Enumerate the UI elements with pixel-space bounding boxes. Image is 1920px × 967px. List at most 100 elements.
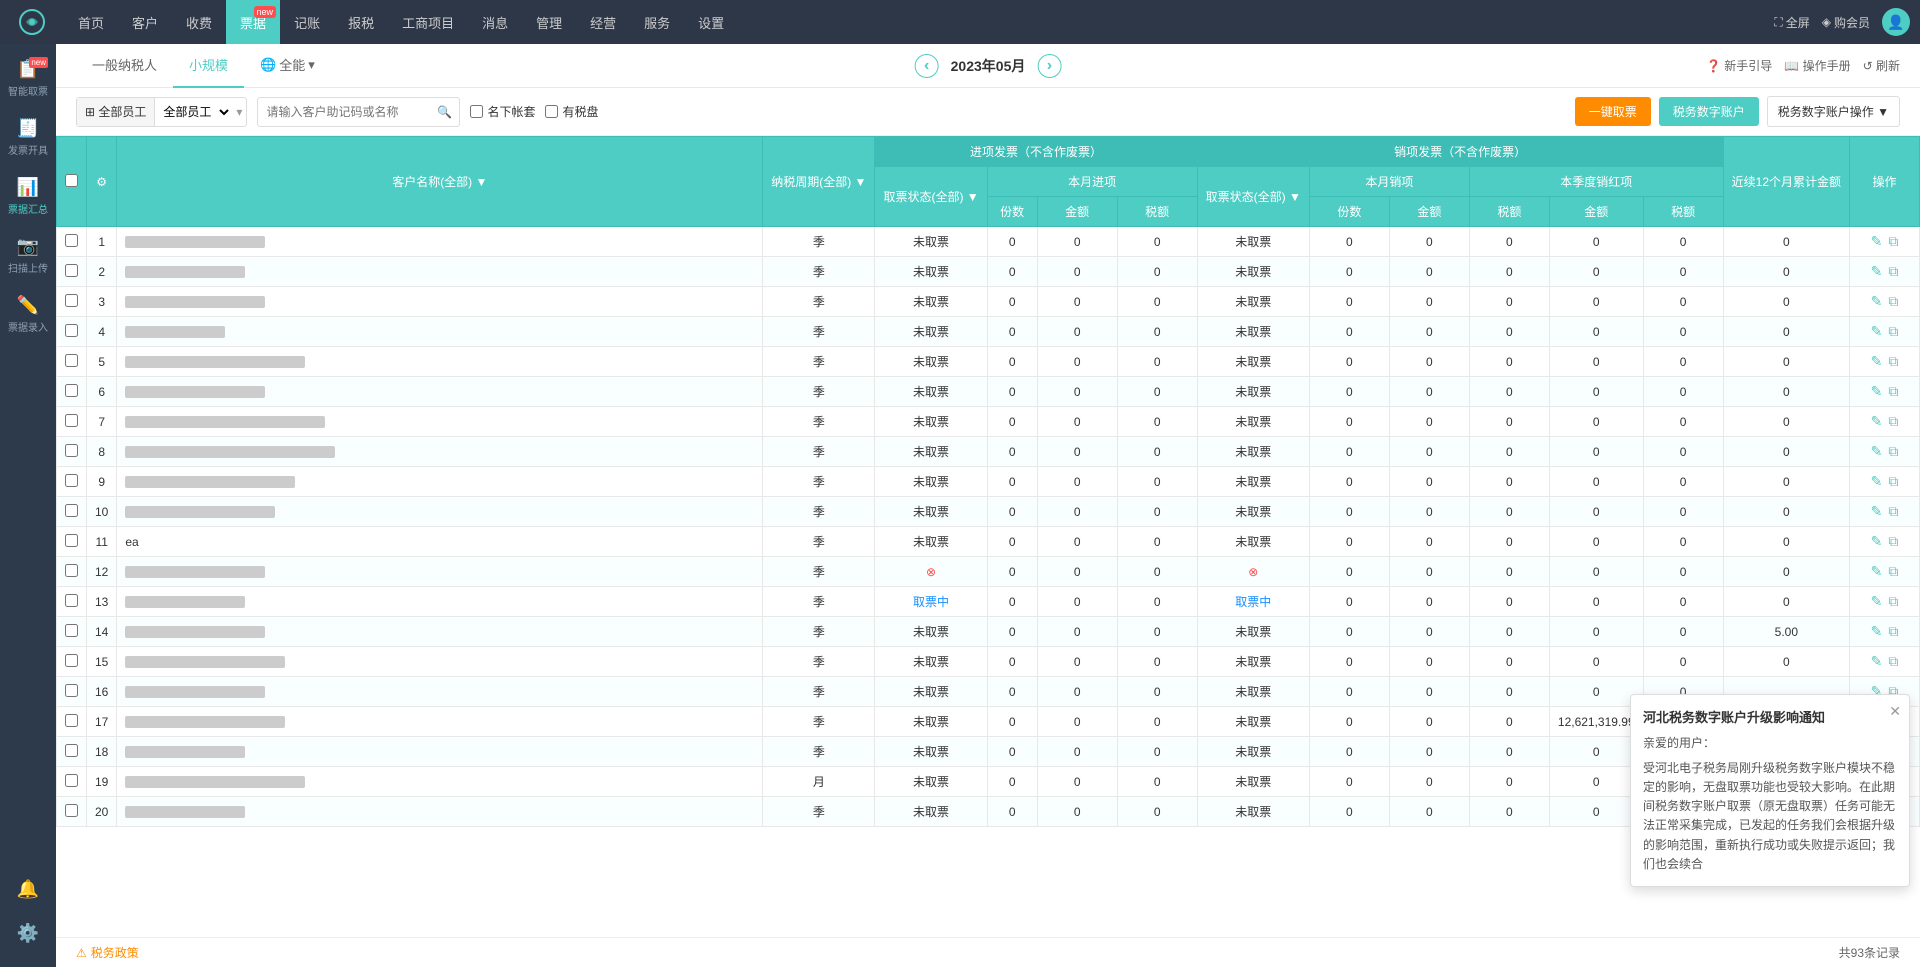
nav-service[interactable]: 服务 bbox=[630, 0, 684, 44]
edit-icon[interactable]: ✎ bbox=[1871, 353, 1883, 370]
nav-ticket[interactable]: 票据 new bbox=[226, 0, 280, 44]
nav-customer[interactable]: 客户 bbox=[118, 0, 172, 44]
row-checkbox[interactable] bbox=[65, 354, 78, 367]
sidebar-item-config[interactable]: ⚙️ bbox=[0, 913, 56, 957]
copy-icon[interactable]: ⧉ bbox=[1888, 653, 1898, 670]
nav-manage[interactable]: 管理 bbox=[522, 0, 576, 44]
edit-icon[interactable]: ✎ bbox=[1871, 623, 1883, 640]
search-btn[interactable]: 🔍 bbox=[429, 98, 459, 126]
nav-tax[interactable]: 报税 bbox=[334, 0, 388, 44]
refresh-btn[interactable]: ↺ 刷新 bbox=[1863, 57, 1900, 74]
row-checkbox[interactable] bbox=[65, 294, 78, 307]
row-checkbox[interactable] bbox=[65, 444, 78, 457]
edit-icon[interactable]: ✎ bbox=[1871, 533, 1883, 550]
popup-close-btn[interactable]: ✕ bbox=[1889, 703, 1901, 720]
copy-icon[interactable]: ⧉ bbox=[1888, 593, 1898, 610]
sidebar-item-summary[interactable]: 📊 票据汇总 bbox=[0, 167, 56, 226]
copy-icon[interactable]: ⧉ bbox=[1888, 563, 1898, 580]
tax-policy-link[interactable]: ⚠ 税务政策 bbox=[76, 944, 139, 961]
tab-small-scale[interactable]: 小规模 bbox=[173, 44, 244, 88]
sidebar-item-notification[interactable]: 🔔 bbox=[0, 869, 56, 913]
checkbox-taxdisk[interactable]: 有税盘 bbox=[545, 103, 598, 120]
copy-icon[interactable]: ⧉ bbox=[1888, 263, 1898, 280]
row-checkbox[interactable] bbox=[65, 684, 78, 697]
tax-digital-btn[interactable]: 税务数字账户 bbox=[1659, 97, 1759, 126]
edit-icon[interactable]: ✎ bbox=[1871, 653, 1883, 670]
nav-home[interactable]: 首页 bbox=[64, 0, 118, 44]
row-checkbox-cell bbox=[57, 467, 87, 497]
edit-icon[interactable]: ✎ bbox=[1871, 503, 1883, 520]
edit-icon[interactable]: ✎ bbox=[1871, 383, 1883, 400]
row-checkbox[interactable] bbox=[65, 774, 78, 787]
account-checkbox[interactable] bbox=[470, 105, 483, 118]
row-customer-name bbox=[117, 617, 763, 647]
tab-all-capable[interactable]: 🌐 全能 ▾ bbox=[244, 44, 331, 88]
fullscreen-btn[interactable]: ⛶ 全屏 bbox=[1774, 14, 1809, 31]
search-input[interactable] bbox=[258, 105, 429, 119]
copy-icon[interactable]: ⧉ bbox=[1888, 443, 1898, 460]
copy-icon[interactable]: ⧉ bbox=[1888, 473, 1898, 490]
row-checkbox[interactable] bbox=[65, 324, 78, 337]
guide-btn[interactable]: ❓ 新手引导 bbox=[1706, 57, 1772, 74]
row-input-amount: 0 bbox=[1037, 617, 1117, 647]
edit-icon[interactable]: ✎ bbox=[1871, 233, 1883, 250]
edit-icon[interactable]: ✎ bbox=[1871, 293, 1883, 310]
employee-select[interactable]: ⊞ 全部员工 全部员工 ▾ bbox=[76, 97, 247, 127]
row-checkbox[interactable] bbox=[65, 504, 78, 517]
edit-icon[interactable]: ✎ bbox=[1871, 443, 1883, 460]
sidebar-item-invoice[interactable]: 🧾 发票开具 bbox=[0, 108, 56, 167]
row-checkbox[interactable] bbox=[65, 744, 78, 757]
one-click-ticket-btn[interactable]: 一键取票 bbox=[1575, 97, 1651, 126]
row-checkbox[interactable] bbox=[65, 234, 78, 247]
row-checkbox[interactable] bbox=[65, 474, 78, 487]
nav-message[interactable]: 消息 bbox=[468, 0, 522, 44]
nav-business[interactable]: 工商项目 bbox=[388, 0, 468, 44]
row-checkbox[interactable] bbox=[65, 714, 78, 727]
nav-fee[interactable]: 收费 bbox=[172, 0, 226, 44]
edit-icon[interactable]: ✎ bbox=[1871, 263, 1883, 280]
prev-month-btn[interactable]: ‹ bbox=[915, 54, 939, 78]
copy-icon[interactable]: ⧉ bbox=[1888, 323, 1898, 340]
edit-icon[interactable]: ✎ bbox=[1871, 563, 1883, 580]
checkbox-account[interactable]: 名下帐套 bbox=[470, 103, 535, 120]
tab-general-taxpayer[interactable]: 一般纳税人 bbox=[76, 44, 173, 88]
row-customer-name bbox=[117, 347, 763, 377]
sidebar-item-smartticket[interactable]: 📋 智能取票 new bbox=[0, 49, 56, 108]
row-checkbox[interactable] bbox=[65, 384, 78, 397]
copy-icon[interactable]: ⧉ bbox=[1888, 383, 1898, 400]
edit-icon[interactable]: ✎ bbox=[1871, 413, 1883, 430]
row-checkbox[interactable] bbox=[65, 654, 78, 667]
copy-icon[interactable]: ⧉ bbox=[1888, 233, 1898, 250]
employee-dropdown[interactable]: 全部员工 bbox=[155, 104, 232, 120]
row-checkbox[interactable] bbox=[65, 624, 78, 637]
sidebar-item-scan[interactable]: 📷 扫描上传 bbox=[0, 226, 56, 285]
copy-icon[interactable]: ⧉ bbox=[1888, 413, 1898, 430]
edit-icon[interactable]: ✎ bbox=[1871, 473, 1883, 490]
edit-icon[interactable]: ✎ bbox=[1871, 593, 1883, 610]
copy-icon[interactable]: ⧉ bbox=[1888, 533, 1898, 550]
taxdisk-checkbox[interactable] bbox=[545, 105, 558, 118]
manual-btn[interactable]: 📖 操作手册 bbox=[1784, 57, 1850, 74]
copy-icon[interactable]: ⧉ bbox=[1888, 623, 1898, 640]
select-all-checkbox[interactable] bbox=[65, 174, 78, 187]
nav-accounting[interactable]: 记账 bbox=[280, 0, 334, 44]
sidebar-item-entry[interactable]: ✏️ 票据录入 bbox=[0, 285, 56, 344]
copy-icon[interactable]: ⧉ bbox=[1888, 503, 1898, 520]
copy-icon[interactable]: ⧉ bbox=[1888, 293, 1898, 310]
next-month-btn[interactable]: › bbox=[1037, 54, 1061, 78]
row-checkbox[interactable] bbox=[65, 564, 78, 577]
row-checkbox[interactable] bbox=[65, 534, 78, 547]
row-checkbox[interactable] bbox=[65, 264, 78, 277]
row-red-tax: 0 bbox=[1643, 317, 1723, 347]
row-checkbox[interactable] bbox=[65, 804, 78, 817]
nav-settings[interactable]: 设置 bbox=[684, 0, 738, 44]
edit-icon[interactable]: ✎ bbox=[1871, 323, 1883, 340]
avatar[interactable]: 👤 bbox=[1882, 8, 1910, 36]
tax-digital-op-btn[interactable]: 税务数字账户操作 ▼ bbox=[1767, 96, 1900, 127]
row-checkbox[interactable] bbox=[65, 414, 78, 427]
nav-operation[interactable]: 经营 bbox=[576, 0, 630, 44]
row-checkbox[interactable] bbox=[65, 594, 78, 607]
vip-btn[interactable]: ◈ 购会员 bbox=[1822, 14, 1870, 31]
copy-icon[interactable]: ⧉ bbox=[1888, 353, 1898, 370]
warning-icon: ⚠ bbox=[76, 946, 87, 960]
